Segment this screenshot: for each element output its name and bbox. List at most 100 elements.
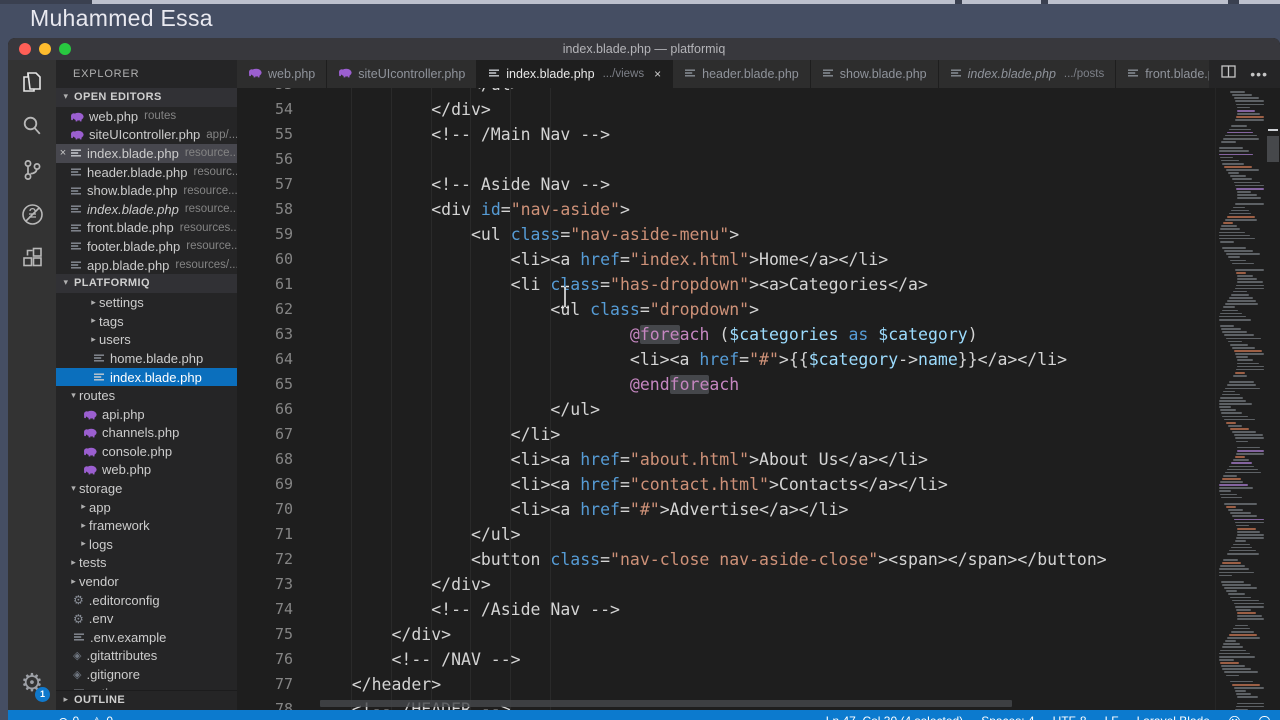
- tab-header.blade.php[interactable]: header.blade.php: [673, 60, 811, 88]
- code-line-61[interactable]: 61 <li class="has-dropdown"><a>Categorie…: [237, 272, 1280, 297]
- tree-item-.env.example[interactable]: .env.example: [56, 628, 237, 647]
- project-header[interactable]: ▾ PLATFORMIQ: [56, 274, 237, 294]
- line-number[interactable]: 78: [237, 697, 293, 710]
- explorer-icon[interactable]: [8, 60, 56, 104]
- line-number[interactable]: 62: [237, 297, 293, 322]
- code-line-71[interactable]: 71 </ul>: [237, 522, 1280, 547]
- line-number[interactable]: 67: [237, 422, 293, 447]
- code-line-67[interactable]: 67 </li>: [237, 422, 1280, 447]
- notifications-bell-icon[interactable]: [1259, 716, 1270, 720]
- code-line-65[interactable]: 65 @endforeach: [237, 372, 1280, 397]
- extensions-icon[interactable]: [8, 236, 56, 280]
- line-number[interactable]: 74: [237, 597, 293, 622]
- tree-item-.env[interactable]: ⚙ .env: [56, 609, 237, 628]
- code-line-64[interactable]: 64 <li><a href="#">{{$category->name}}</…: [237, 347, 1280, 372]
- line-number[interactable]: 66: [237, 397, 293, 422]
- line-number[interactable]: 69: [237, 472, 293, 497]
- line-number[interactable]: 60: [237, 247, 293, 272]
- line-number[interactable]: 61: [237, 272, 293, 297]
- open-editor-front.blade.php[interactable]: front.blade.php resources...: [56, 219, 237, 238]
- tree-item-.gitignore[interactable]: ◈ .gitignore: [56, 665, 237, 684]
- code-line-66[interactable]: 66 </ul>: [237, 397, 1280, 422]
- tree-item-home.blade.php[interactable]: home.blade.php: [56, 349, 237, 368]
- debug-icon[interactable]: [8, 192, 56, 236]
- code-line-69[interactable]: 69 <li><a href="contact.html">Contacts</…: [237, 472, 1280, 497]
- problems-warnings[interactable]: ⚠ 0: [91, 714, 113, 720]
- code-line-73[interactable]: 73 </div>: [237, 572, 1280, 597]
- line-number[interactable]: 68: [237, 447, 293, 472]
- open-editor-footer.blade.php[interactable]: footer.blade.php resource...: [56, 237, 237, 256]
- tab-show.blade.php[interactable]: show.blade.php: [810, 60, 939, 88]
- manage-gear-icon[interactable]: ⚙ 1: [8, 664, 56, 702]
- close-tab-icon[interactable]: ×: [654, 67, 661, 81]
- code-line-60[interactable]: 60 <li><a href="index.html">Home</a></li…: [237, 247, 1280, 272]
- minimap[interactable]: [1215, 88, 1266, 710]
- line-number[interactable]: 72: [237, 547, 293, 572]
- tree-item-.gitattributes[interactable]: ◈ .gitattributes: [56, 647, 237, 666]
- line-number[interactable]: 57: [237, 172, 293, 197]
- tab-web.php[interactable]: web.php: [237, 60, 328, 88]
- tab-siteUIcontroller.php[interactable]: siteUIcontroller.php: [327, 60, 478, 88]
- problems-errors[interactable]: ⊗ 0: [58, 714, 79, 720]
- tree-item-tests[interactable]: ▸ tests: [56, 554, 237, 573]
- tree-item-console.php[interactable]: console.php: [56, 442, 237, 461]
- open-editors-header[interactable]: ▾ OPEN EDITORS: [56, 88, 237, 107]
- open-editor-index.blade.php[interactable]: index.blade.php resource...: [56, 200, 237, 219]
- code-line-70[interactable]: 70 <li><a href="#">Advertise</a></li>: [237, 497, 1280, 522]
- language-mode[interactable]: Laravel Blade: [1137, 714, 1210, 720]
- code-line-57[interactable]: 57 <!-- Aside Nav -->: [237, 172, 1280, 197]
- line-number[interactable]: 58: [237, 197, 293, 222]
- tree-item-tags[interactable]: ▸ tags: [56, 312, 237, 331]
- line-number[interactable]: 75: [237, 622, 293, 647]
- outline-header[interactable]: ▸ OUTLINE: [56, 690, 237, 710]
- open-editor-index.blade.php[interactable]: × index.blade.php resource...: [56, 144, 237, 163]
- horizontal-scrollbar[interactable]: [320, 700, 1012, 707]
- tree-item-.editorconfig[interactable]: ⚙ .editorconfig: [56, 591, 237, 610]
- code-viewport[interactable]: 53 </ul>54 </div>55 <!-- /Main Nav -->56…: [237, 88, 1280, 710]
- code-line-53[interactable]: 53 </ul>: [237, 88, 1280, 97]
- code-line-77[interactable]: 77 </header>: [237, 672, 1280, 697]
- open-editor-app.blade.php[interactable]: app.blade.php resources/...: [56, 256, 237, 275]
- line-number[interactable]: 77: [237, 672, 293, 697]
- tree-item-framework[interactable]: ▸ framework: [56, 516, 237, 535]
- code-line-75[interactable]: 75 </div>: [237, 622, 1280, 647]
- code-line-59[interactable]: 59 <ul class="nav-aside-menu">: [237, 222, 1280, 247]
- more-actions-icon[interactable]: •••: [1250, 66, 1268, 82]
- close-editor-icon[interactable]: ×: [56, 147, 70, 159]
- cursor-position[interactable]: Ln 47, Col 30 (4 selected): [826, 714, 963, 720]
- tree-item-app[interactable]: ▸ app: [56, 498, 237, 517]
- search-icon[interactable]: [8, 104, 56, 148]
- tab-front.blade.php[interactable]: front.blade.php: [1116, 60, 1210, 88]
- code-line-54[interactable]: 54 </div>: [237, 97, 1280, 122]
- line-number[interactable]: 70: [237, 497, 293, 522]
- code-line-72[interactable]: 72 <button class="nav-close nav-aside-cl…: [237, 547, 1280, 572]
- line-number[interactable]: 73: [237, 572, 293, 597]
- line-number[interactable]: 64: [237, 347, 293, 372]
- tree-item-channels.php[interactable]: channels.php: [56, 424, 237, 443]
- line-number[interactable]: 56: [237, 147, 293, 172]
- encoding[interactable]: UTF-8: [1053, 714, 1087, 720]
- tree-item-index.blade.php[interactable]: index.blade.php: [56, 367, 237, 387]
- open-editor-show.blade.php[interactable]: show.blade.php resource...: [56, 181, 237, 200]
- scrollbar-slider[interactable]: [1267, 136, 1279, 162]
- line-number[interactable]: 59: [237, 222, 293, 247]
- tree-item-logs[interactable]: ▸ logs: [56, 535, 237, 554]
- indentation[interactable]: Spaces: 4: [981, 714, 1034, 720]
- feedback-smiley-icon[interactable]: ☺: [1228, 714, 1241, 720]
- code-line-62[interactable]: 62 <ul class="dropdown">: [237, 297, 1280, 322]
- tree-item-api.php[interactable]: api.php: [56, 405, 237, 424]
- line-number[interactable]: 63: [237, 322, 293, 347]
- tab-index.blade.php[interactable]: index.blade.php .../posts: [938, 60, 1117, 88]
- source-control-icon[interactable]: [8, 148, 56, 192]
- code-line-55[interactable]: 55 <!-- /Main Nav -->: [237, 122, 1280, 147]
- line-number[interactable]: 53: [237, 88, 293, 97]
- code-line-58[interactable]: 58 <div id="nav-aside">: [237, 197, 1280, 222]
- open-editor-siteUIcontroller.php[interactable]: siteUIcontroller.php app/...: [56, 126, 237, 145]
- tree-item-web.php[interactable]: web.php: [56, 461, 237, 480]
- code-line-68[interactable]: 68 <li><a href="about.html">About Us</a>…: [237, 447, 1280, 472]
- open-editor-web.php[interactable]: web.php routes: [56, 107, 237, 126]
- window-titlebar[interactable]: index.blade.php — platformiq: [8, 38, 1280, 60]
- split-editor-icon[interactable]: [1221, 65, 1236, 83]
- vertical-scrollbar[interactable]: [1266, 88, 1280, 710]
- tree-item-storage[interactable]: ▾ storage: [56, 479, 237, 498]
